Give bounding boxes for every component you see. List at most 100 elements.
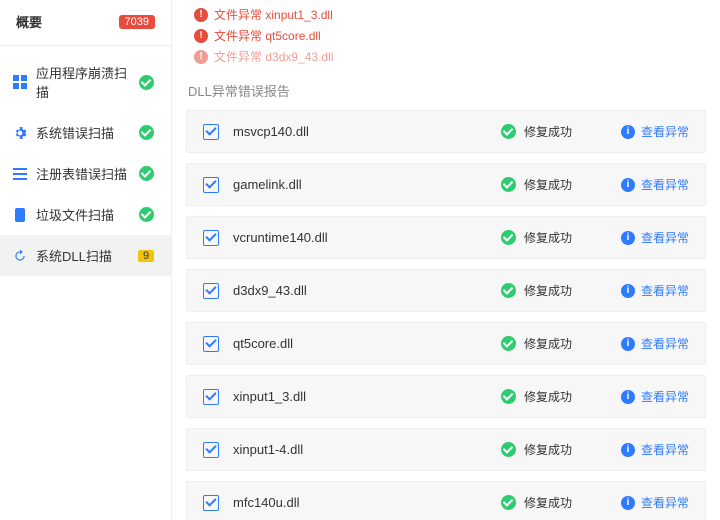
checkbox[interactable] bbox=[203, 442, 219, 458]
alert-icon: ! bbox=[194, 50, 208, 64]
sidebar-item-dll[interactable]: 系统DLL扫描 9 bbox=[0, 235, 171, 276]
section-title: DLL异常错误报告 bbox=[186, 75, 706, 110]
view-link[interactable]: i查看异常 bbox=[621, 388, 689, 405]
check-icon bbox=[139, 125, 154, 140]
check-icon bbox=[139, 75, 154, 90]
status-count: 9 bbox=[137, 250, 155, 262]
checkbox[interactable] bbox=[203, 495, 219, 511]
table-row: qt5core.dll 修复成功 i查看异常 bbox=[186, 322, 706, 365]
view-link[interactable]: i查看异常 bbox=[621, 176, 689, 193]
sidebar-item-label: 应用程序崩溃扫描 bbox=[36, 63, 137, 101]
check-icon bbox=[501, 283, 516, 298]
refresh-icon bbox=[12, 248, 28, 264]
table-row: xinput1_3.dll 修复成功 i查看异常 bbox=[186, 375, 706, 418]
view-link[interactable]: i查看异常 bbox=[621, 494, 689, 511]
check-icon bbox=[139, 166, 154, 181]
status-cell: 修复成功 bbox=[501, 494, 621, 511]
file-name: xinput1-4.dll bbox=[233, 442, 501, 457]
sidebar-item-registry[interactable]: 注册表错误扫描 bbox=[0, 153, 171, 194]
checkbox[interactable] bbox=[203, 283, 219, 299]
check-icon bbox=[139, 207, 154, 222]
info-icon: i bbox=[621, 337, 635, 351]
status-ok bbox=[137, 75, 155, 90]
file-name: d3dx9_43.dll bbox=[233, 283, 501, 298]
info-icon: i bbox=[621, 125, 635, 139]
main: ! 文件异常 xinput1_3.dll ! 文件异常 qt5core.dll … bbox=[172, 0, 720, 520]
table-row: gamelink.dll 修复成功 i查看异常 bbox=[186, 163, 706, 206]
warning-item: ! 文件异常 d3dx9_43.dll bbox=[194, 46, 706, 67]
warning-file: qt5core.dll bbox=[265, 29, 320, 43]
sidebar-item-label: 垃圾文件扫描 bbox=[36, 205, 137, 224]
result-list: msvcp140.dll 修复成功 i查看异常 gamelink.dll 修复成… bbox=[186, 110, 706, 520]
file-name: gamelink.dll bbox=[233, 177, 501, 192]
status-cell: 修复成功 bbox=[501, 388, 621, 405]
status-cell: 修复成功 bbox=[501, 229, 621, 246]
table-row: d3dx9_43.dll 修复成功 i查看异常 bbox=[186, 269, 706, 312]
check-icon bbox=[501, 495, 516, 510]
warning-file: d3dx9_43.dll bbox=[265, 50, 333, 64]
file-name: vcruntime140.dll bbox=[233, 230, 501, 245]
warning-item: ! 文件异常 xinput1_3.dll bbox=[194, 4, 706, 25]
sidebar-list: 应用程序崩溃扫描 系统错误扫描 注册表错误扫描 bbox=[0, 46, 171, 276]
status-cell: 修复成功 bbox=[501, 441, 621, 458]
sidebar-item-system-error[interactable]: 系统错误扫描 bbox=[0, 112, 171, 153]
view-link[interactable]: i查看异常 bbox=[621, 335, 689, 352]
status-cell: 修复成功 bbox=[501, 176, 621, 193]
checkbox[interactable] bbox=[203, 124, 219, 140]
alert-icon: ! bbox=[194, 29, 208, 43]
warning-prefix: 文件异常 bbox=[214, 6, 262, 23]
info-icon: i bbox=[621, 178, 635, 192]
status-ok bbox=[137, 125, 155, 140]
status-ok bbox=[137, 207, 155, 222]
view-link[interactable]: i查看异常 bbox=[621, 229, 689, 246]
status-ok bbox=[137, 166, 155, 181]
table-row: mfc140u.dll 修复成功 i查看异常 bbox=[186, 481, 706, 520]
sidebar-title: 概要 bbox=[16, 12, 42, 31]
warning-prefix: 文件异常 bbox=[214, 27, 262, 44]
check-icon bbox=[501, 124, 516, 139]
sidebar-item-junk[interactable]: 垃圾文件扫描 bbox=[0, 194, 171, 235]
grid-icon bbox=[12, 74, 28, 90]
sidebar-item-label: 系统错误扫描 bbox=[36, 123, 137, 142]
table-row: vcruntime140.dll 修复成功 i查看异常 bbox=[186, 216, 706, 259]
view-link[interactable]: i查看异常 bbox=[621, 441, 689, 458]
sidebar-item-label: 系统DLL扫描 bbox=[36, 246, 137, 265]
checkbox[interactable] bbox=[203, 336, 219, 352]
warning-item: ! 文件异常 qt5core.dll bbox=[194, 25, 706, 46]
sidebar: 概要 7039 应用程序崩溃扫描 系统错误扫描 bbox=[0, 0, 172, 520]
warning-list: ! 文件异常 xinput1_3.dll ! 文件异常 qt5core.dll … bbox=[186, 0, 706, 75]
info-icon: i bbox=[621, 496, 635, 510]
status-cell: 修复成功 bbox=[501, 123, 621, 140]
table-row: msvcp140.dll 修复成功 i查看异常 bbox=[186, 110, 706, 153]
checkbox[interactable] bbox=[203, 177, 219, 193]
sidebar-header: 概要 7039 bbox=[0, 0, 171, 46]
warning-file: xinput1_3.dll bbox=[265, 8, 332, 22]
info-icon: i bbox=[621, 390, 635, 404]
status-cell: 修复成功 bbox=[501, 335, 621, 352]
check-icon bbox=[501, 389, 516, 404]
sidebar-count-badge: 7039 bbox=[119, 15, 155, 29]
warning-prefix: 文件异常 bbox=[214, 48, 262, 65]
file-name: mfc140u.dll bbox=[233, 495, 501, 510]
check-icon bbox=[501, 230, 516, 245]
checkbox[interactable] bbox=[203, 389, 219, 405]
file-name: xinput1_3.dll bbox=[233, 389, 501, 404]
file-name: msvcp140.dll bbox=[233, 124, 501, 139]
file-name: qt5core.dll bbox=[233, 336, 501, 351]
check-icon bbox=[501, 177, 516, 192]
info-icon: i bbox=[621, 443, 635, 457]
check-icon bbox=[501, 442, 516, 457]
alert-icon: ! bbox=[194, 8, 208, 22]
sidebar-item-label: 注册表错误扫描 bbox=[36, 164, 137, 183]
table-row: xinput1-4.dll 修复成功 i查看异常 bbox=[186, 428, 706, 471]
info-icon: i bbox=[621, 284, 635, 298]
status-cell: 修复成功 bbox=[501, 282, 621, 299]
trash-icon bbox=[12, 207, 28, 223]
view-link[interactable]: i查看异常 bbox=[621, 123, 689, 140]
check-icon bbox=[501, 336, 516, 351]
count-badge: 9 bbox=[138, 250, 154, 262]
view-link[interactable]: i查看异常 bbox=[621, 282, 689, 299]
gear-icon bbox=[12, 125, 28, 141]
sidebar-item-app-crash[interactable]: 应用程序崩溃扫描 bbox=[0, 52, 171, 112]
checkbox[interactable] bbox=[203, 230, 219, 246]
